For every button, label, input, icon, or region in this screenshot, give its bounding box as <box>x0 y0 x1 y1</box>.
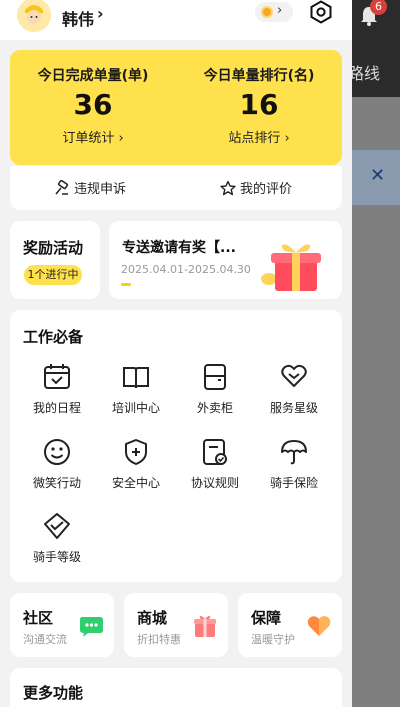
mall-card[interactable]: 商城 折扣特惠 <box>124 593 228 657</box>
close-icon[interactable]: ✕ <box>370 165 385 186</box>
tool-rider-level[interactable]: 骑手等级 <box>17 511 97 575</box>
orders-stat-title: 今日完成单量(单) <box>37 68 149 84</box>
community-subtitle: 沟通交流 <box>23 633 67 646</box>
tool-service-rating[interactable]: 服务星级 <box>254 362 334 426</box>
mall-title: 商城 <box>137 609 168 627</box>
tool-training[interactable]: 培训中心 <box>96 362 176 426</box>
rank-stat[interactable]: 今日单量排行(名) 16 站点排行 › <box>176 50 342 146</box>
tool-safety[interactable]: 安全中心 <box>96 437 176 501</box>
heart-icon <box>307 616 331 636</box>
background-route-text: 路线 <box>348 64 381 83</box>
badge-icon <box>44 513 70 539</box>
daily-stats-card: 今日完成单量(单) 36 订单统计 › 今日单量排行(名) 16 站点排行 › <box>10 50 342 165</box>
reward-count-badge: 1个进行中 <box>24 265 82 285</box>
reward-card[interactable]: 奖励活动 1个进行中 <box>10 221 100 299</box>
rank-stat-link[interactable]: 站点排行 › <box>176 127 342 146</box>
appeal-label: 违规申诉 <box>74 182 127 197</box>
reviews-label: 我的评价 <box>240 182 293 197</box>
more-features-section: 更多功能 <box>10 668 342 707</box>
rank-stat-title: 今日单量排行(名) <box>203 68 315 84</box>
chevron-right-icon: › <box>277 3 283 18</box>
orders-stat[interactable]: 今日完成单量(单) 36 订单统计 › <box>10 50 176 146</box>
promo-banner[interactable]: 专送邀请有奖【... 2025.04.01-2025.04.30 <box>109 221 342 299</box>
reward-title: 奖励活动 <box>23 239 84 257</box>
protection-card[interactable]: 保障 温暖守护 <box>238 593 342 657</box>
tool-label: 安全中心 <box>111 476 160 490</box>
smile-icon <box>44 439 70 465</box>
work-tools-title: 工作必备 <box>23 328 84 346</box>
tool-schedule[interactable]: 我的日程 <box>17 362 97 426</box>
hammer-icon <box>55 179 69 195</box>
tool-label: 骑手保险 <box>269 476 318 490</box>
tool-agreement[interactable]: 协议规则 <box>175 437 255 501</box>
settings-icon[interactable] <box>309 0 333 24</box>
protection-subtitle: 温暖守护 <box>251 633 295 646</box>
protection-title: 保障 <box>251 609 282 627</box>
avatar[interactable] <box>17 0 51 32</box>
more-features-title: 更多功能 <box>23 684 84 702</box>
tool-label: 协议规则 <box>190 476 239 490</box>
promo-date: 2025.04.01-2025.04.30 <box>121 263 251 276</box>
coin-icon <box>261 6 273 18</box>
tool-label: 外卖柜 <box>196 401 233 415</box>
gift-box-icon <box>261 244 321 291</box>
quick-actions-bar: 违规申诉 我的评价 <box>10 166 342 210</box>
document-check-icon <box>203 439 227 465</box>
profile-header: 韩伟 › › <box>0 0 352 40</box>
tool-label: 骑手等级 <box>32 550 81 564</box>
appeal-button[interactable]: 违规申诉 <box>54 178 126 197</box>
tool-locker[interactable]: 外卖柜 <box>175 362 255 426</box>
tool-label: 服务星级 <box>269 401 318 415</box>
shield-plus-icon <box>125 439 147 465</box>
tool-insurance[interactable]: 骑手保险 <box>254 437 334 501</box>
avatar-icon <box>17 0 51 32</box>
calendar-icon <box>44 364 70 389</box>
promo-title: 专送邀请有奖【... <box>122 240 236 256</box>
tool-smile[interactable]: 微笑行动 <box>17 437 97 501</box>
user-name[interactable]: 韩伟 <box>62 6 94 30</box>
mall-subtitle: 折扣特惠 <box>137 633 181 646</box>
tool-label: 培训中心 <box>111 401 160 415</box>
star-icon <box>220 180 236 195</box>
reviews-button[interactable]: 我的评价 <box>220 178 292 197</box>
carousel-indicator <box>121 283 131 286</box>
chevron-right-icon[interactable]: › <box>97 4 104 23</box>
book-icon <box>123 367 149 389</box>
community-card[interactable]: 社区 沟通交流 <box>10 593 114 657</box>
tool-label: 我的日程 <box>32 401 81 415</box>
orders-stat-link[interactable]: 订单统计 › <box>10 127 176 146</box>
side-drawer: 韩伟 › › 今日完成单量(单) 36 订单统计 › 今日单量排行(名) 16 … <box>0 0 352 707</box>
umbrella-icon <box>281 440 307 465</box>
tool-label: 微笑行动 <box>32 476 81 490</box>
orders-stat-value: 36 <box>73 88 113 121</box>
gift-box-icon <box>194 615 216 637</box>
coin-button[interactable]: › <box>255 2 293 22</box>
heart-hand-icon <box>281 364 307 387</box>
rank-stat-value: 16 <box>239 88 279 121</box>
community-title: 社区 <box>23 609 54 627</box>
chat-bubble-icon <box>80 617 103 637</box>
work-tools-section: 工作必备 我的日程 培训中心 外卖柜 服务星级 微笑行动 安全中心 协议规则 骑… <box>10 310 342 582</box>
locker-icon <box>204 364 226 390</box>
